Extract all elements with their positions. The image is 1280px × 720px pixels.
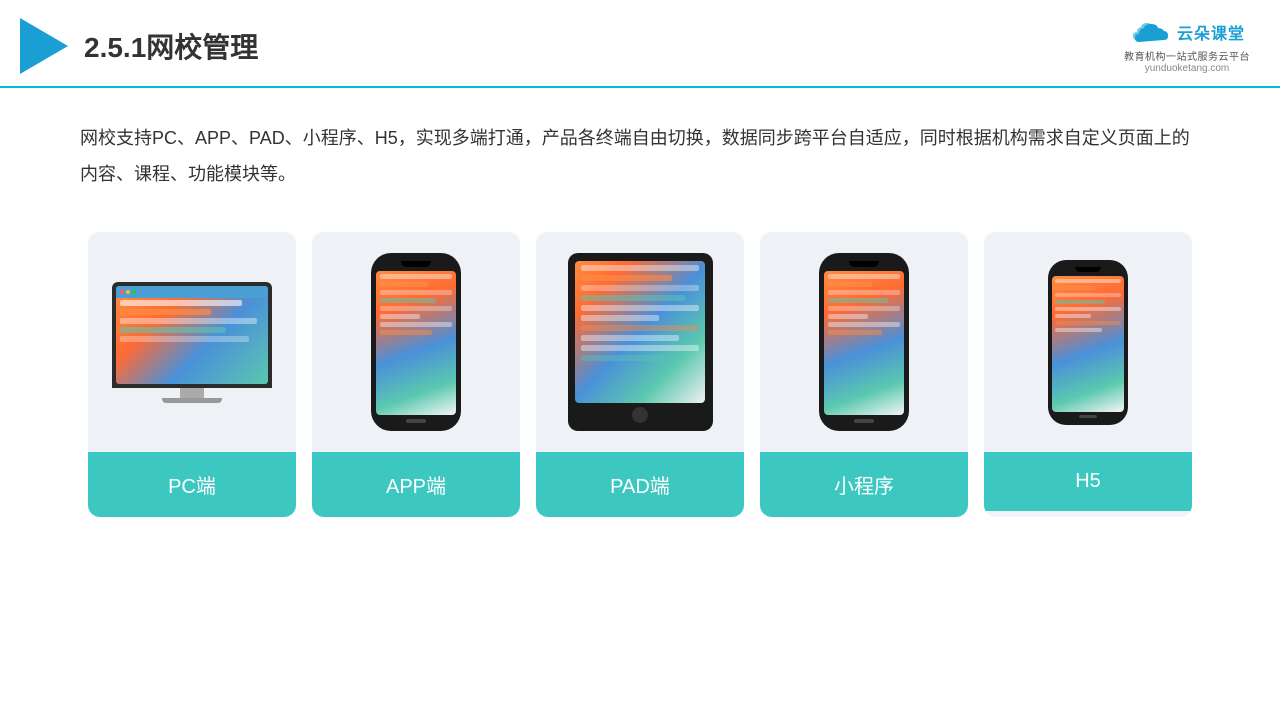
card-pc: PC端 [88, 232, 296, 517]
card-h5-label: H5 [984, 452, 1192, 511]
logo-url: yunduoketang.com [1145, 63, 1230, 74]
tablet-mockup [568, 253, 713, 431]
card-miniprogram-label: 小程序 [760, 452, 968, 517]
header-left: 2.5.1网校管理 [20, 18, 258, 74]
mini-screen [1052, 276, 1124, 412]
card-app: APP端 [312, 232, 520, 517]
card-miniprogram-image [760, 232, 968, 452]
page-header: 2.5.1网校管理 云朵课堂 教育机构一站式服务云平台 yunduoketang… [0, 0, 1280, 88]
mini-home [1079, 415, 1097, 418]
card-pad: PAD端 [536, 232, 744, 517]
card-h5: H5 [984, 232, 1192, 517]
phone-screen-mini [824, 271, 904, 415]
tablet-home [632, 407, 648, 423]
miniprogram-phone-mockup [819, 253, 909, 431]
card-pad-label: PAD端 [536, 452, 744, 517]
play-icon [20, 18, 68, 74]
pc-mockup [107, 282, 277, 403]
card-pc-label: PC端 [88, 452, 296, 517]
h5-phone-mockup [1048, 260, 1128, 425]
card-miniprogram: 小程序 [760, 232, 968, 517]
phone-screen [376, 271, 456, 415]
phone-notch-mini [849, 261, 879, 267]
description-content: 网校支持PC、APP、PAD、小程序、H5，实现多端打通，产品各终端自由切换，数… [80, 128, 1190, 184]
card-app-image [312, 232, 520, 452]
phone-home-mini [854, 419, 874, 423]
cloud-icon [1129, 18, 1171, 46]
card-pc-image [88, 232, 296, 452]
description-text: 网校支持PC、APP、PAD、小程序、H5，实现多端打通，产品各终端自由切换，数… [0, 88, 1280, 212]
logo-area: 云朵课堂 教育机构一站式服务云平台 yunduoketang.com [1124, 18, 1250, 74]
phone-notch [401, 261, 431, 267]
logo-text: 云朵课堂 [1177, 20, 1245, 44]
card-pad-image [536, 232, 744, 452]
app-phone-mockup [371, 253, 461, 431]
phone-home [406, 419, 426, 423]
logo-cloud: 云朵课堂 [1129, 18, 1245, 46]
mini-notch [1075, 267, 1101, 272]
tablet-screen [575, 261, 705, 403]
card-app-label: APP端 [312, 452, 520, 517]
page-title: 2.5.1网校管理 [84, 26, 258, 66]
cards-container: PC端 APP端 [0, 212, 1280, 547]
logo-slogan: 教育机构一站式服务云平台 [1124, 48, 1250, 63]
card-h5-image [984, 232, 1192, 452]
